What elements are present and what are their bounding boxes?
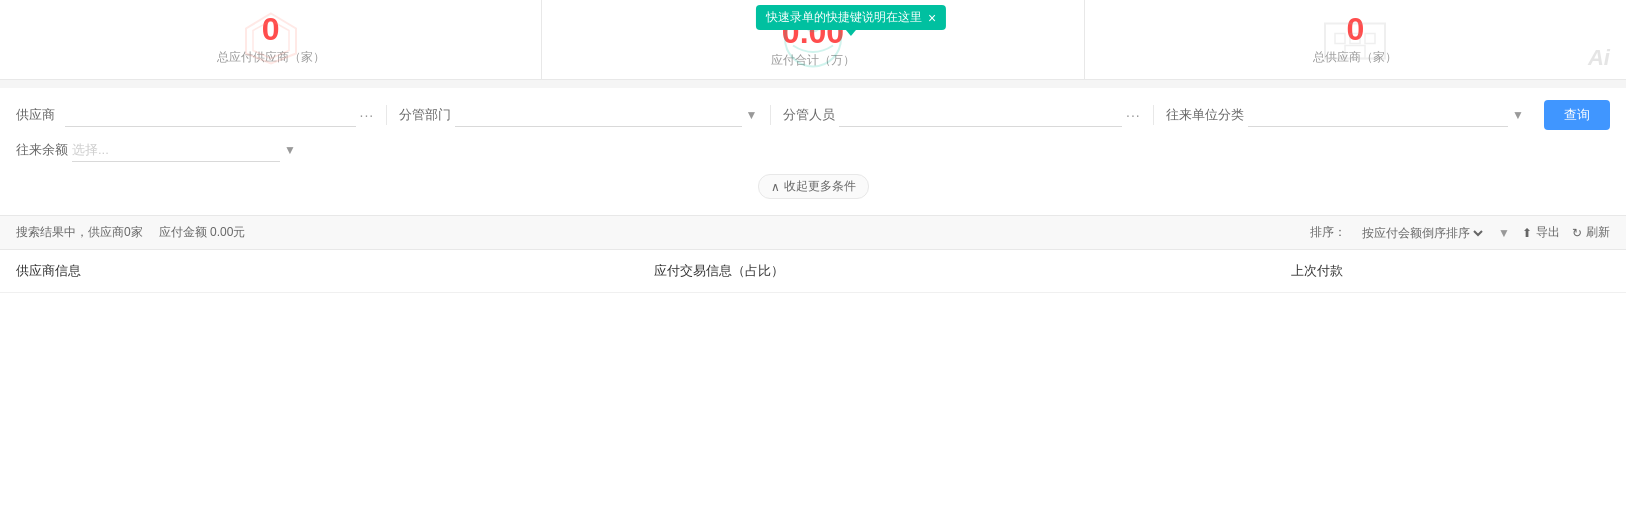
amount-text: 应付金额 0.00元	[159, 224, 246, 241]
table-body	[0, 293, 1626, 515]
refresh-button[interactable]: ↻ 刷新	[1572, 224, 1610, 241]
filter-bar: 供应商 ··· 分管部门 ▼ 分管人员 ··· 往来单位分类 ▼ 查询	[0, 88, 1626, 216]
payable-suppliers-number: 0	[262, 13, 280, 45]
person-label: 分管人员	[783, 106, 835, 124]
stat-total-suppliers: 0 总供应商（家） Ai	[1085, 0, 1626, 79]
tooltip-text: 快速录单的快捷键说明在这里	[766, 9, 922, 26]
person-dots[interactable]: ···	[1126, 107, 1141, 123]
unit-class-input[interactable]	[1248, 103, 1508, 127]
unit-class-chevron[interactable]: ▼	[1512, 108, 1524, 122]
export-icon: ⬆	[1522, 226, 1532, 240]
department-chevron[interactable]: ▼	[746, 108, 758, 122]
tooltip-close[interactable]: ×	[928, 10, 936, 26]
results-left: 搜索结果中，供应商0家 应付金额 0.00元	[16, 224, 245, 241]
filter-row-1: 供应商 ··· 分管部门 ▼ 分管人员 ··· 往来单位分类 ▼ 查询	[16, 100, 1610, 130]
divider-3	[1153, 105, 1154, 125]
balance-chevron[interactable]: ▼	[284, 143, 296, 157]
department-input[interactable]	[455, 103, 741, 127]
payable-total-label: 应付合计（万）	[771, 52, 855, 69]
col-supplier-header: 供应商信息	[16, 262, 654, 280]
stat-payable-suppliers: 0 总应付供应商（家）	[0, 0, 542, 79]
svg-rect-9	[1365, 33, 1375, 43]
unit-class-filter: 往来单位分类 ▼	[1166, 103, 1524, 127]
supplier-input[interactable]	[65, 103, 356, 127]
payable-suppliers-label: 总应付供应商（家）	[217, 49, 325, 66]
total-suppliers-label: 总供应商（家）	[1313, 49, 1397, 66]
query-button[interactable]: 查询	[1544, 100, 1610, 130]
export-label: 导出	[1536, 224, 1560, 241]
sort-select[interactable]: 按应付会额倒序排序	[1358, 225, 1486, 241]
person-input[interactable]	[839, 103, 1123, 127]
query-btn-wrap: 查询	[1544, 100, 1610, 130]
supplier-label: 供应商	[16, 106, 61, 124]
divider-2	[770, 105, 771, 125]
person-filter: 分管人员 ···	[783, 103, 1141, 127]
supplier-dots[interactable]: ···	[360, 107, 375, 123]
divider-1	[386, 105, 387, 125]
results-right: 排序： 按应付会额倒序排序 ▼ ⬆ 导出 ↻ 刷新	[1310, 224, 1610, 241]
balance-label: 往来余额	[16, 141, 68, 159]
collapse-row: ∧ 收起更多条件	[16, 170, 1610, 203]
refresh-icon: ↻	[1572, 226, 1582, 240]
ai-label: Ai	[1588, 45, 1610, 71]
department-filter: 分管部门 ▼	[399, 103, 757, 127]
export-button[interactable]: ⬆ 导出	[1522, 224, 1560, 241]
results-bar: 搜索结果中，供应商0家 应付金额 0.00元 排序： 按应付会额倒序排序 ▼ ⬆…	[0, 216, 1626, 250]
balance-filter: 往来余额 选择... ▼	[16, 138, 296, 162]
collapse-button[interactable]: ∧ 收起更多条件	[758, 174, 869, 199]
collapse-chevron: ∧	[771, 180, 780, 194]
sort-label: 排序：	[1310, 224, 1346, 241]
department-label: 分管部门	[399, 106, 451, 124]
collapse-label: 收起更多条件	[784, 178, 856, 195]
total-suppliers-number: 0	[1346, 13, 1364, 45]
filter-row-2: 往来余额 选择... ▼	[16, 138, 1610, 162]
balance-select[interactable]: 选择...	[72, 138, 280, 162]
svg-rect-7	[1335, 33, 1345, 43]
table-header: 供应商信息 应付交易信息（占比） 上次付款	[0, 250, 1626, 293]
shortcut-tooltip: 快速录单的快捷键说明在这里 ×	[756, 5, 946, 30]
unit-class-label: 往来单位分类	[1166, 106, 1244, 124]
sort-chevron[interactable]: ▼	[1498, 226, 1510, 240]
supplier-filter: 供应商 ···	[16, 103, 374, 127]
refresh-label: 刷新	[1586, 224, 1610, 241]
search-result-text: 搜索结果中，供应商0家	[16, 224, 143, 241]
stat-payable-total: 快速录单的快捷键说明在这里 × 0.00 应付合计（万）	[542, 0, 1084, 79]
col-last-pay-header: 上次付款	[1291, 262, 1610, 280]
stats-bar: 0 总应付供应商（家） 快速录单的快捷键说明在这里 × 0.00 应付合计（万）	[0, 0, 1626, 80]
col-transaction-header: 应付交易信息（占比）	[654, 262, 1292, 280]
